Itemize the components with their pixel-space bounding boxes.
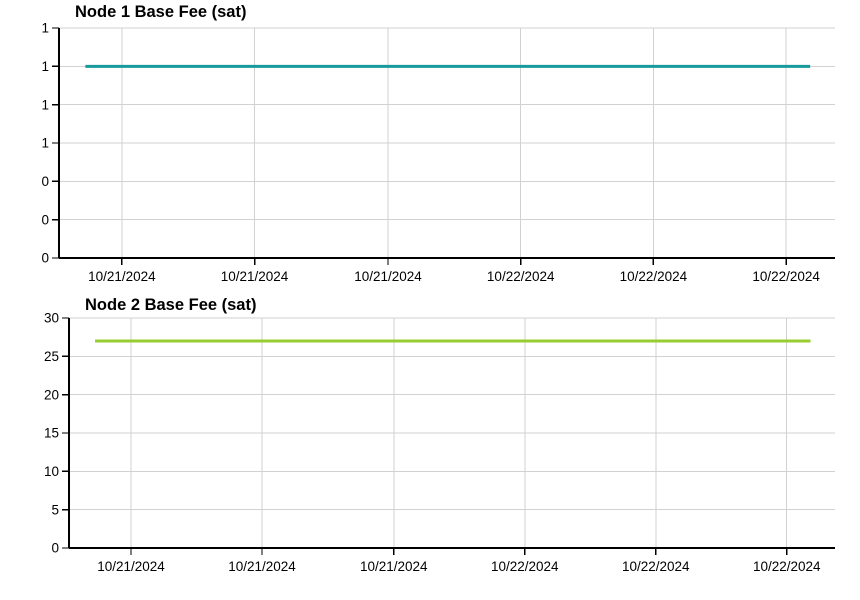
x-tick-label: 10/21/2024 xyxy=(360,559,428,574)
node1-base-fee-chart: 1 1 1 1 0 0 0 10/21/2024 10/21/2024 10/21/2024 10/… xyxy=(0,0,860,290)
x-tick-label: 10/22/2024 xyxy=(753,559,821,574)
x-tick-label: 10/22/2024 xyxy=(491,559,559,574)
y-tick-label: 0 xyxy=(41,212,49,227)
node2-base-fee-chart: 30 25 20 15 10 5 0 10/21/2024 10/21/2024 10/21/20… xyxy=(0,290,860,600)
x-tick-label: 10/21/2024 xyxy=(354,269,422,284)
y-tick-label: 10 xyxy=(44,464,59,479)
y-tick-label: 25 xyxy=(44,349,59,364)
y-tick-label: 0 xyxy=(41,251,49,266)
node2-chart-title: Node 2 Base Fee (sat) xyxy=(85,296,256,315)
y-tick-label: 0 xyxy=(41,174,49,189)
x-tick-label: 10/21/2024 xyxy=(228,559,296,574)
x-tick-label: 10/22/2024 xyxy=(622,559,690,574)
node1-chart-title: Node 1 Base Fee (sat) xyxy=(75,3,246,22)
x-tick-label: 10/21/2024 xyxy=(221,269,289,284)
x-tick-label: 10/22/2024 xyxy=(487,269,555,284)
x-tick-label: 10/22/2024 xyxy=(752,269,820,284)
y-tick-label: 1 xyxy=(41,59,49,74)
y-tick-label: 15 xyxy=(44,426,59,441)
x-tick-label: 10/22/2024 xyxy=(620,269,688,284)
node2-plot-canvas: 30 25 20 15 10 5 0 10/21/2024 10/21/2024 10/21/20… xyxy=(0,290,860,600)
y-tick-label: 1 xyxy=(41,97,49,112)
x-tick-label: 10/21/2024 xyxy=(97,559,165,574)
y-tick-label: 1 xyxy=(41,136,49,151)
fee-charts-page: 111100010/21/202410/21/202410/21/202410/… xyxy=(0,0,860,600)
node1-plot-canvas: 1 1 1 1 0 0 0 10/21/2024 10/21/2024 10/21/2024 10/… xyxy=(0,0,860,290)
y-tick-label: 1 xyxy=(41,21,49,36)
y-tick-label: 30 xyxy=(44,311,59,326)
y-tick-label: 20 xyxy=(44,387,59,402)
y-tick-label: 0 xyxy=(51,541,59,556)
y-tick-label: 5 xyxy=(51,502,59,517)
x-tick-label: 10/21/2024 xyxy=(88,269,156,284)
